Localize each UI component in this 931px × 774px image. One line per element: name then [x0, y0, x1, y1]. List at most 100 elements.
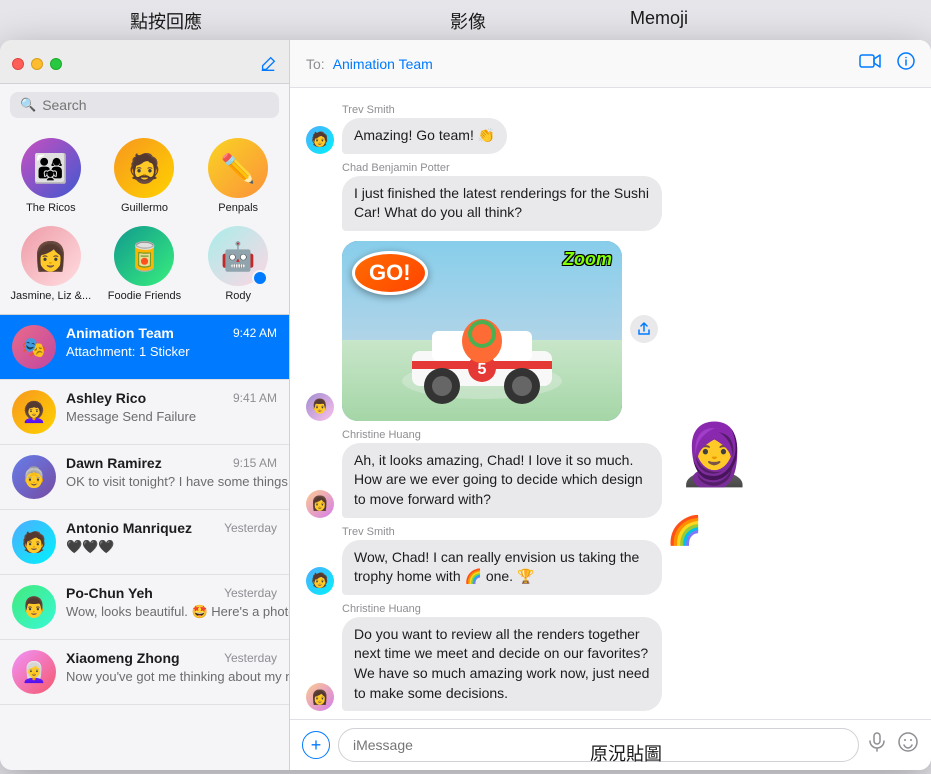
pinned-contacts: 👨‍👩‍👧 The Ricos 🧔 Guillermo ✏️ Penpals 👩 — [0, 126, 289, 315]
conv-preview: Wow, looks beautiful. 🤩 Here's a photo o… — [66, 604, 289, 619]
conv-details: Po-Chun Yeh Yesterday Wow, looks beautif… — [66, 585, 277, 621]
avatar-wrap: 🥫 — [114, 226, 174, 286]
conv-time: Yesterday — [224, 521, 277, 535]
message-input-area: + — [290, 719, 931, 770]
conv-preview: 🖤🖤🖤 — [66, 539, 115, 554]
rainbow-sticker: 🌈 — [667, 514, 702, 547]
avatar: ✏️ — [208, 138, 268, 198]
minimize-button[interactable] — [31, 58, 43, 70]
maximize-button[interactable] — [50, 58, 62, 70]
pinned-contact-guillermo[interactable]: 🧔 Guillermo — [100, 134, 190, 218]
info-icon[interactable] — [897, 52, 915, 75]
chat-area: To: Animation Team — [290, 40, 931, 770]
video-call-icon[interactable] — [859, 53, 881, 74]
conv-preview: Attachment: 1 Sticker — [66, 344, 190, 359]
contact-name: Foodie Friends — [108, 290, 181, 302]
conv-header: Dawn Ramirez 9:15 AM — [66, 455, 277, 471]
share-button[interactable] — [630, 315, 658, 343]
message-bubble: Ah, it looks amazing, Chad! I love it so… — [342, 443, 662, 518]
sender-name: Christine Huang — [342, 429, 662, 441]
app-window: 🔍 👨‍👩‍👧 The Ricos 🧔 Guillermo ✏️ — [0, 40, 931, 770]
search-input-wrap[interactable]: 🔍 — [10, 92, 279, 118]
conv-time: 9:41 AM — [233, 391, 277, 405]
conv-details: Ashley Rico 9:41 AM Message Send Failure — [66, 390, 277, 426]
avatar: 👩‍🦱 — [12, 390, 56, 434]
avatar: 👨 — [12, 585, 56, 629]
conv-time: 9:42 AM — [233, 326, 277, 340]
message-group: 👩 Christine Huang Ah, it looks amazing, … — [306, 429, 915, 518]
avatar: 👩‍🦳 — [12, 650, 56, 694]
conversation-dawn[interactable]: 👵 Dawn Ramirez 9:15 AM OK to visit tonig… — [0, 445, 289, 510]
message-input[interactable] — [338, 728, 859, 762]
unread-badge — [252, 270, 268, 286]
avatar: 🧑 — [12, 520, 56, 564]
avatar: 👨 — [306, 393, 334, 421]
sushi-car-image: 5 GO! Zoom — [342, 241, 622, 421]
contact-name: Guillermo — [121, 202, 168, 214]
sender-name: Trev Smith — [342, 526, 662, 538]
conv-details: Animation Team 9:42 AM Attachment: 1 Sti… — [66, 325, 277, 361]
conv-time: 9:15 AM — [233, 456, 277, 470]
message-group: 👨 Chad Benjamin Potter I just finished t… — [306, 162, 915, 421]
compose-button[interactable] — [259, 55, 277, 73]
conversation-antonio[interactable]: 🧑 Antonio Manriquez Yesterday 🖤🖤🖤 — [0, 510, 289, 575]
window-controls — [12, 58, 62, 70]
conv-name: Xiaomeng Zhong — [66, 650, 180, 666]
sender-name: Chad Benjamin Potter — [342, 162, 662, 174]
conversation-xiaomeng[interactable]: 👩‍🦳 Xiaomeng Zhong Yesterday Now you've … — [0, 640, 289, 705]
conversation-ashley[interactable]: 👩‍🦱 Ashley Rico 9:41 AM Message Send Fai… — [0, 380, 289, 445]
message-row: 🧑 Trev Smith Amazing! Go team! 👏 — [306, 104, 915, 154]
avatar: 👩 — [306, 683, 334, 711]
message-bubble: I just finished the latest renderings fo… — [342, 176, 662, 231]
conversation-animation-team[interactable]: 🎭 Animation Team 9:42 AM Attachment: 1 S… — [0, 315, 289, 380]
chat-header: To: Animation Team — [290, 40, 931, 88]
search-bar: 🔍 — [0, 84, 289, 126]
conversation-list: 🎭 Animation Team 9:42 AM Attachment: 1 S… — [0, 315, 289, 770]
zoom-sticker: Zoom — [563, 249, 612, 270]
contact-name: Penpals — [218, 202, 258, 214]
avatar-wrap: ✏️ — [208, 138, 268, 198]
close-button[interactable] — [12, 58, 24, 70]
sender-name: Christine Huang — [342, 603, 662, 615]
avatar-wrap: 👨‍👩‍👧 — [21, 138, 81, 198]
pinned-contact-rody[interactable]: 🤖 Rody — [193, 222, 283, 306]
message-row: 🧑 Trev Smith Wow, Chad! I can really env… — [306, 526, 915, 595]
conv-details: Antonio Manriquez Yesterday 🖤🖤🖤 — [66, 520, 277, 556]
pinned-contact-foodie[interactable]: 🥫 Foodie Friends — [100, 222, 190, 306]
avatar-wrap: 👩 — [21, 226, 81, 286]
conv-header: Po-Chun Yeh Yesterday — [66, 585, 277, 601]
avatar-wrap: 🤖 — [208, 226, 268, 286]
pinned-contact-jasmine[interactable]: 👩 Jasmine, Liz &... — [6, 222, 96, 306]
search-input[interactable] — [42, 97, 269, 113]
avatar: 👩 — [306, 490, 334, 518]
conv-header: Xiaomeng Zhong Yesterday — [66, 650, 277, 666]
conv-header: Ashley Rico 9:41 AM — [66, 390, 277, 406]
search-icon: 🔍 — [20, 97, 36, 113]
contact-name: The Ricos — [26, 202, 76, 214]
audio-record-button[interactable] — [867, 732, 887, 758]
conversation-pochun[interactable]: 👨 Po-Chun Yeh Yesterday Wow, looks beaut… — [0, 575, 289, 640]
conv-details: Dawn Ramirez 9:15 AM OK to visit tonight… — [66, 455, 277, 491]
annotation-video: 影像 — [450, 8, 486, 34]
avatar: 👵 — [12, 455, 56, 499]
annotation-memoji: Memoji — [630, 8, 688, 29]
conv-name: Po-Chun Yeh — [66, 585, 153, 601]
sidebar: 🔍 👨‍👩‍👧 The Ricos 🧔 Guillermo ✏️ — [0, 40, 290, 770]
chat-recipient: Animation Team — [333, 56, 433, 72]
pinned-contact-ricos[interactable]: 👨‍👩‍👧 The Ricos — [6, 134, 96, 218]
conv-preview: Message Send Failure — [66, 409, 196, 424]
conv-preview: Now you've got me thinking about my next… — [66, 669, 289, 684]
sender-name: Trev Smith — [342, 104, 507, 116]
chat-header-icons — [859, 52, 915, 75]
avatar: 🧑 — [306, 126, 334, 154]
conv-name: Dawn Ramirez — [66, 455, 162, 471]
chat-title-area: To: Animation Team — [306, 56, 433, 72]
contact-name: Rody — [225, 290, 251, 302]
pinned-contact-penpals[interactable]: ✏️ Penpals — [193, 134, 283, 218]
conv-header: Animation Team 9:42 AM — [66, 325, 277, 341]
emoji-button[interactable] — [897, 731, 919, 759]
conv-header: Antonio Manriquez Yesterday — [66, 520, 277, 536]
messages-area: 🧑 Trev Smith Amazing! Go team! 👏 👨 Chad … — [290, 88, 931, 719]
add-attachment-button[interactable]: + — [302, 731, 330, 759]
to-label: To: — [306, 56, 325, 72]
